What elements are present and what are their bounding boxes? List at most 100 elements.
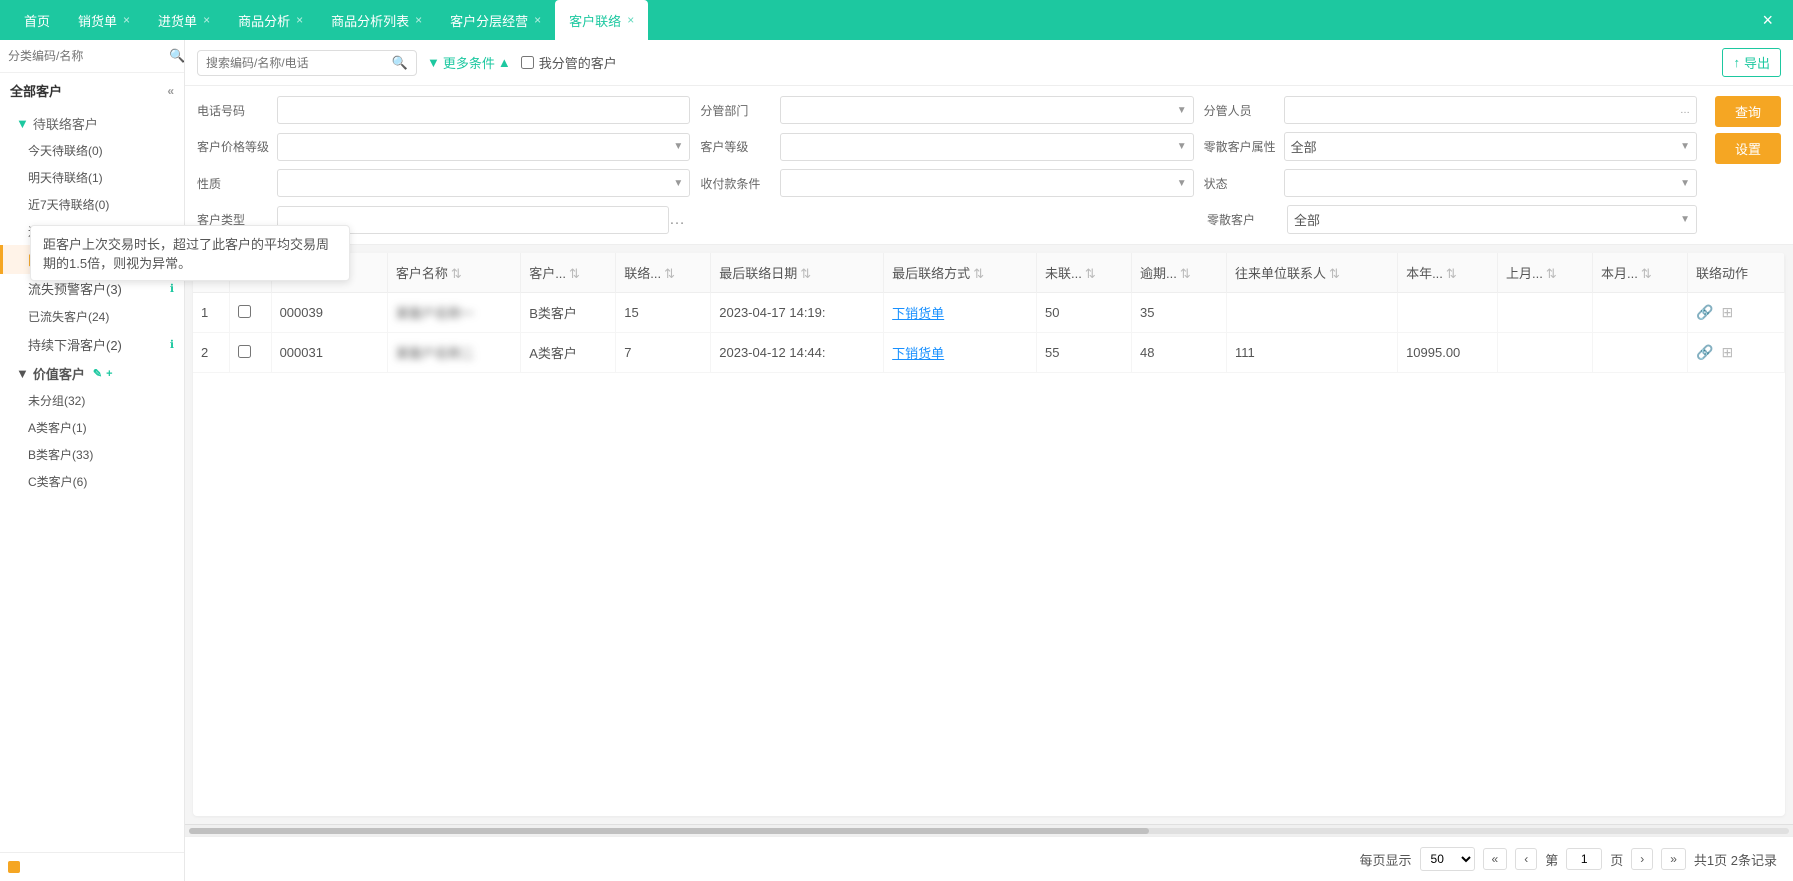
person-field: 分管人员 …	[1204, 96, 1697, 124]
sidebar-all-customers[interactable]: 全部客户 «	[0, 73, 184, 108]
churn-warning-info-icon[interactable]: ℹ	[170, 282, 174, 295]
this-month-col-header[interactable]: 本月...⇅	[1593, 253, 1688, 293]
sidebar-group-value[interactable]: ▼ 价值客户 ✎ +	[0, 359, 184, 387]
table-body: 1 000039 某客户名称一 B类客户 15 2023-04-17 14:19…	[193, 293, 1785, 373]
next-page-btn[interactable]: ›	[1631, 848, 1653, 870]
cust-grade-chevron-icon: ▼	[1177, 141, 1187, 152]
row2-last-date: 2023-04-12 14:44:	[711, 333, 884, 373]
row2-select[interactable]	[238, 345, 251, 358]
nav-product-analysis[interactable]: 商品分析 ×	[224, 0, 317, 40]
nav-customer-contact[interactable]: 客户联络 ×	[555, 0, 648, 40]
price-grade-select[interactable]: ▼	[277, 133, 690, 161]
nav-purchase-order[interactable]: 进货单 ×	[144, 0, 224, 40]
name-col-header[interactable]: 客户名称⇅	[387, 253, 520, 293]
nav-home[interactable]: 首页	[10, 0, 64, 40]
row2-link-icon[interactable]: 🔗	[1696, 344, 1713, 361]
sidebar-content: 全部客户 « ▼ 待联络客户 今天待联络(0) 明天待联络(1) 近7天待联络(…	[0, 73, 184, 852]
sidebar-item-ungroup[interactable]: 未分组(32)	[0, 387, 184, 414]
cust-grade-select[interactable]: ▼	[780, 133, 1193, 161]
phone-input[interactable]	[277, 96, 690, 124]
sidebar-item-c-class[interactable]: C类客户(6)	[0, 468, 184, 495]
row2-code: 000031	[271, 333, 387, 373]
sidebar-item-tomorrow[interactable]: 明天待联络(1)	[0, 164, 184, 191]
value-customer-edit-icon[interactable]: ✎	[93, 367, 102, 380]
nav-product-analysis-list-close[interactable]: ×	[415, 13, 422, 27]
search-box: 🔍	[197, 50, 417, 76]
row1-link-icon[interactable]: 🔗	[1696, 304, 1713, 321]
person-select[interactable]: …	[1284, 96, 1697, 124]
filter-row-3: 性质 ▼ 收付款条件 ▼	[197, 169, 1697, 197]
gender-select[interactable]: ▼	[277, 169, 690, 197]
nav-product-analysis-list[interactable]: 商品分析列表 ×	[317, 0, 436, 40]
overdue-col-header[interactable]: 逾期...⇅	[1132, 253, 1227, 293]
per-page-select[interactable]: 50 20 100	[1420, 847, 1475, 871]
sidebar-search-input[interactable]	[8, 49, 163, 63]
sidebar-collapse-btn[interactable]: «	[167, 84, 174, 98]
sidebar-item-a-class[interactable]: A类客户(1)	[0, 414, 184, 441]
row1-action: 🔗 ⊞	[1688, 293, 1785, 333]
sidebar-group-pending[interactable]: ▼ 待联络客户	[0, 108, 184, 137]
filter-row-4: 客户类型 … 客户类型 零散客户 全部 ▼	[197, 205, 1697, 234]
nav-customer-contact-close[interactable]: ×	[627, 13, 634, 27]
filter-row-2: 客户价格等级 ▼ 客户等级 ▼	[197, 132, 1697, 161]
my-customers-check[interactable]	[521, 56, 534, 69]
search-input[interactable]	[206, 56, 386, 70]
uncontact-col-header[interactable]: 未联...⇅	[1036, 253, 1131, 293]
table-header-row: ⚙ 客户编码⇅ 客户名称⇅ 客户...⇅ 联络...⇅ 最后联络日期⇅ 最后联络…	[193, 253, 1785, 293]
row1-grid-icon[interactable]: ⊞	[1721, 304, 1733, 321]
row2-grid-icon[interactable]: ⊞	[1721, 344, 1733, 361]
last-page-btn[interactable]: »	[1661, 848, 1686, 870]
prev-page-btn[interactable]: ‹	[1515, 848, 1537, 870]
sidebar: 🔍 全部客户 « ▼ 待联络客户 今天待联络(0) 明天待联络(1) 近7天待联…	[0, 40, 185, 881]
sidebar-item-today[interactable]: 今天待联络(0)	[0, 137, 184, 164]
value-customer-add-icon[interactable]: +	[106, 368, 112, 380]
declining-info-icon[interactable]: ℹ	[170, 338, 174, 351]
first-page-btn[interactable]: «	[1483, 848, 1508, 870]
action-col-header: 联络动作	[1688, 253, 1785, 293]
page-input[interactable]	[1566, 848, 1602, 870]
sidebar-item-declining[interactable]: 持续下滑客户(2) ℹ	[0, 330, 184, 359]
status-select[interactable]: ▼	[1284, 169, 1697, 197]
app-root: 首页 销货单 × 进货单 × 商品分析 × 商品分析列表 × 客户分层经营 × …	[0, 0, 1793, 881]
nav-customer-segment-close[interactable]: ×	[534, 13, 541, 27]
my-customers-checkbox[interactable]: 我分管的客户	[521, 53, 617, 72]
row2-checkbox[interactable]	[229, 333, 271, 373]
search-btn-icon[interactable]: 🔍	[392, 55, 408, 71]
this-year-col-header[interactable]: 本年...⇅	[1398, 253, 1498, 293]
sidebar-bottom-indicator	[8, 861, 20, 873]
query-btn[interactable]: 查询	[1715, 96, 1781, 127]
sidebar-item-b-class[interactable]: B类客户(33)	[0, 441, 184, 468]
sidebar-item-churned[interactable]: 已流失客户(24)	[0, 303, 184, 330]
contact2-col-header[interactable]: 往来单位联系人⇅	[1227, 253, 1398, 293]
payment-select[interactable]: ▼	[780, 169, 1193, 197]
sidebar-search-icon[interactable]: 🔍	[169, 48, 185, 64]
retail-attr-select[interactable]: 全部 ▼	[1284, 132, 1697, 161]
row2-last-method[interactable]: 下销货单	[884, 333, 1037, 373]
dept-select[interactable]: ▼	[780, 96, 1193, 124]
row1-last-method[interactable]: 下销货单	[884, 293, 1037, 333]
nav-customer-segment[interactable]: 客户分层经营 ×	[436, 0, 555, 40]
nav-product-analysis-close[interactable]: ×	[296, 13, 303, 27]
nav-sales-order[interactable]: 销货单 ×	[64, 0, 144, 40]
nav-sales-order-close[interactable]: ×	[123, 13, 130, 27]
last-date-col-header[interactable]: 最后联络日期⇅	[711, 253, 884, 293]
cust-type-col-header[interactable]: 客户...⇅	[521, 253, 616, 293]
h-scrollbar-thumb[interactable]	[189, 828, 1149, 834]
last-method-col-header[interactable]: 最后联络方式⇅	[884, 253, 1037, 293]
contact-col-header[interactable]: 联络...⇅	[616, 253, 711, 293]
retail-cust-select[interactable]: 全部 ▼	[1287, 205, 1697, 234]
filter-bar: 🔍 ▼ 更多条件 ▲ 我分管的客户 ↑ 导出	[185, 40, 1793, 86]
row1-checkbox[interactable]	[229, 293, 271, 333]
more-conditions-btn[interactable]: ▼ 更多条件 ▲	[427, 53, 511, 72]
h-scrollbar-track[interactable]	[189, 828, 1789, 834]
sidebar-item-7days[interactable]: 近7天待联络(0)	[0, 191, 184, 218]
more-dots-btn[interactable]: …	[669, 211, 687, 229]
setting-btn[interactable]: 设置	[1715, 133, 1781, 164]
nav-purchase-order-close[interactable]: ×	[203, 13, 210, 27]
row1-last-month	[1497, 293, 1592, 333]
window-close-btn[interactable]: ×	[1752, 10, 1783, 31]
h-scrollbar-area[interactable]	[185, 824, 1793, 836]
export-btn[interactable]: ↑ 导出	[1722, 48, 1781, 77]
row1-select[interactable]	[238, 305, 251, 318]
last-month-col-header[interactable]: 上月...⇅	[1497, 253, 1592, 293]
